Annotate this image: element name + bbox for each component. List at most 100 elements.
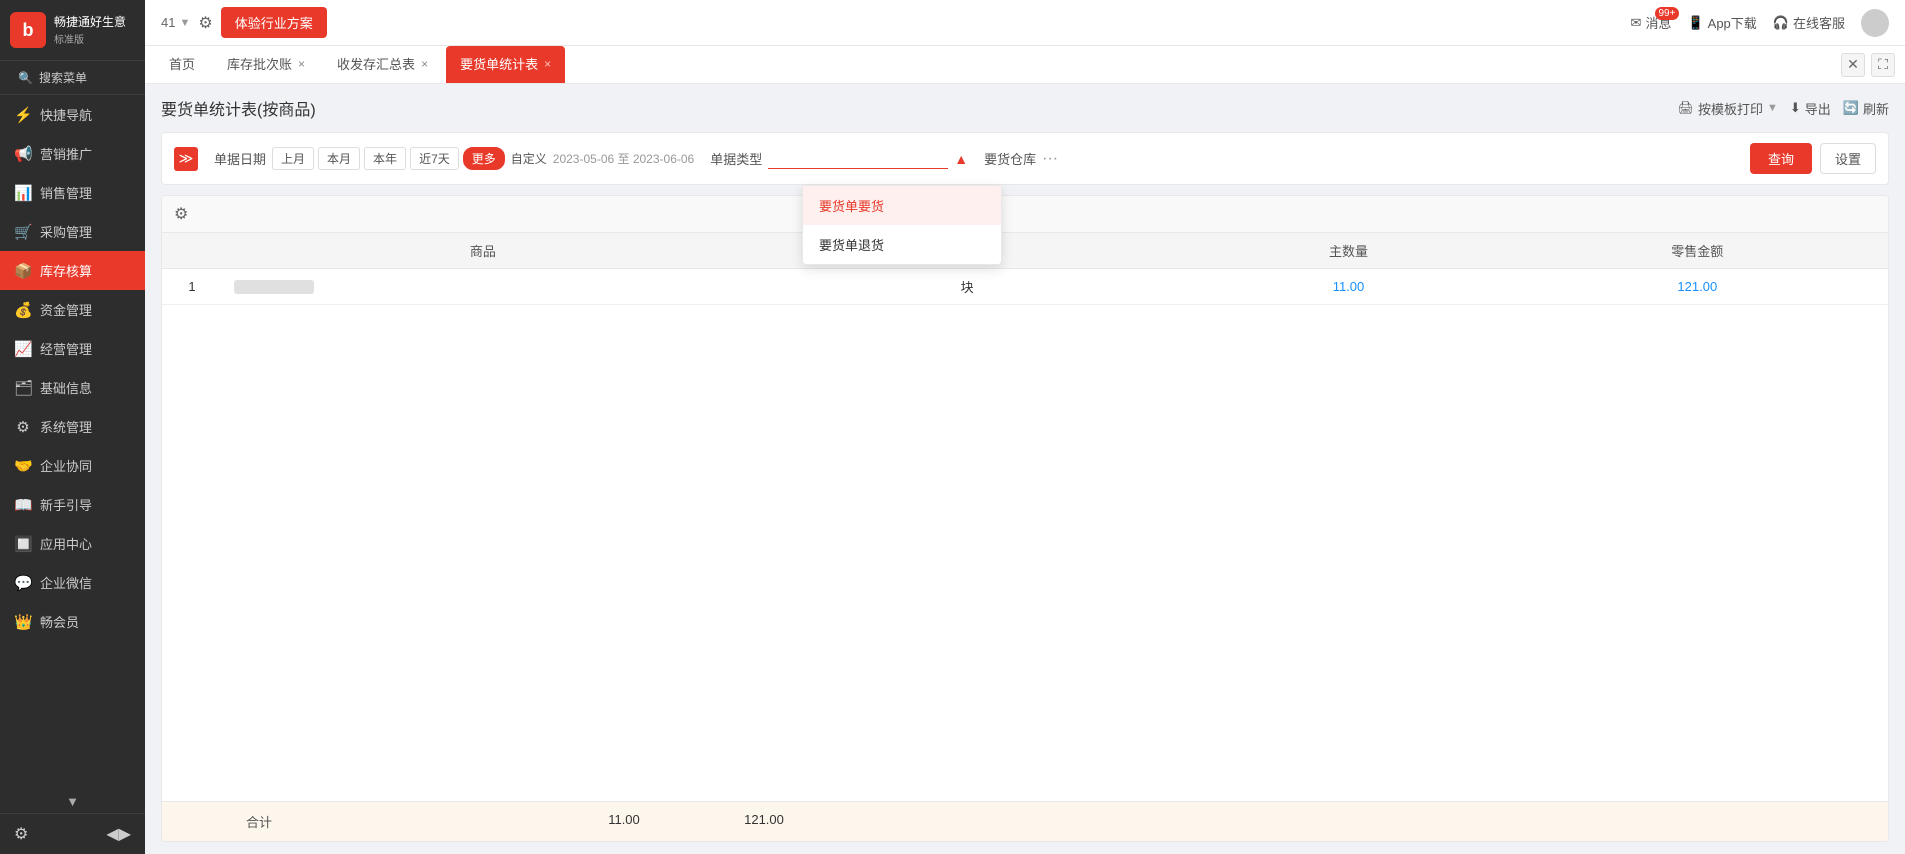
sidebar-item-sales[interactable]: 📊 销售管理 <box>0 173 145 212</box>
type-input[interactable] <box>768 149 948 169</box>
phone-icon: 📱 <box>1687 15 1703 31</box>
tab-home[interactable]: 首页 <box>155 46 209 83</box>
col-row-num <box>162 233 222 269</box>
export-button[interactable]: ⬇ 导出 <box>1790 99 1831 118</box>
sidebar-label-basic-info: 基础信息 <box>40 378 92 397</box>
topbar-gear-icon[interactable]: ⚙ <box>198 13 212 33</box>
footer-amount: 121.00 <box>694 812 834 831</box>
message-icon: ✉ <box>1631 15 1642 31</box>
warehouse-more-icon[interactable]: ··· <box>1042 150 1058 168</box>
filter-row: ≫ 单据日期 上月 本月 本年 近7天 更多 自定义 2023-05-06 至 … <box>174 143 1876 174</box>
tab-inventory-batch-label: 库存批次账 <box>227 54 292 73</box>
wechat-biz-icon: 💬 <box>14 574 32 592</box>
filter-expand-button[interactable]: ≫ <box>174 147 198 171</box>
refresh-btn-label: 刷新 <box>1863 99 1889 118</box>
tab-close-order-summary[interactable]: × <box>544 57 551 71</box>
last7days-btn[interactable]: 近7天 <box>410 147 459 170</box>
custom-date-btn[interactable]: 自定义 <box>511 150 547 167</box>
tab-order-summary[interactable]: 要货单统计表 × <box>446 46 565 83</box>
app-center-icon: 🔲 <box>14 535 32 553</box>
sidebar-label-sales: 销售管理 <box>40 183 92 202</box>
sidebar-item-app-center[interactable]: 🔲 应用中心 <box>0 524 145 563</box>
app-logo-icon: b <box>10 12 46 48</box>
tab-inventory-batch[interactable]: 库存批次账 × <box>213 46 319 83</box>
results-table: 商品 主计量单位 主数量 零售金额 1 块 <box>162 233 1888 305</box>
tabs-bar: 首页 库存批次账 × 收发存汇总表 × 要货单统计表 × ✕ ⛶ <box>145 46 1905 84</box>
dropdown-item-order-return[interactable]: 要货单退货 <box>803 225 1001 264</box>
printer-icon: 🖨 <box>1677 100 1694 116</box>
sidebar-item-operations[interactable]: 📈 经营管理 <box>0 329 145 368</box>
sidebar: b 畅捷通好生意 标准版 🔍 搜索菜单 ⚡ 快捷导航 📢 营销推广 📊 销售管理… <box>0 0 145 854</box>
sidebar-bottom: ⚙ ◀▶ <box>0 813 145 854</box>
table-settings-icon[interactable]: ⚙ <box>174 204 188 224</box>
sidebar-item-guide[interactable]: 📖 新手引导 <box>0 485 145 524</box>
query-button[interactable]: 查询 <box>1750 143 1812 174</box>
sidebar-label-marketing: 营销推广 <box>40 144 92 163</box>
warehouse-filter-group: 要货仓库 ··· <box>984 149 1058 168</box>
this-month-btn[interactable]: 本月 <box>318 147 360 170</box>
user-avatar[interactable] <box>1861 9 1889 37</box>
sidebar-item-membership[interactable]: 👑 畅会员 <box>0 602 145 641</box>
amount-link[interactable]: 121.00 <box>1677 279 1717 294</box>
store-number: 41 <box>161 15 175 30</box>
store-selector[interactable]: 41 ▼ <box>161 15 190 30</box>
type-dropdown-icon[interactable]: ▲ <box>954 151 968 167</box>
tab-home-label: 首页 <box>169 54 195 73</box>
enterprise-icon: 🤝 <box>14 457 32 475</box>
sales-icon: 📊 <box>14 184 32 202</box>
settings-button[interactable]: 设置 <box>1820 143 1876 174</box>
refresh-button[interactable]: 🔄 刷新 <box>1843 99 1889 118</box>
sidebar-label-purchase: 采购管理 <box>40 222 92 241</box>
online-service-button[interactable]: 🎧 在线客服 <box>1773 13 1845 32</box>
sidebar-item-quick-nav[interactable]: ⚡ 快捷导航 <box>0 95 145 134</box>
tab-order-summary-label: 要货单统计表 <box>460 54 538 73</box>
sidebar-scroll-down[interactable]: ▼ <box>0 790 145 813</box>
sidebar-item-purchase[interactable]: 🛒 采购管理 <box>0 212 145 251</box>
header-row: 商品 主计量单位 主数量 零售金额 <box>162 233 1888 269</box>
operations-icon: 📈 <box>14 340 32 358</box>
date-range-text: 2023-05-06 至 2023-06-06 <box>553 150 694 167</box>
tab-close-recv-summary[interactable]: × <box>421 57 428 71</box>
filter-actions: 查询 设置 <box>1750 143 1876 174</box>
cell-quantity: 11.00 <box>1190 269 1506 305</box>
brand-sub: 标准版 <box>54 31 126 46</box>
app-download-button[interactable]: 📱 App下载 <box>1687 13 1756 32</box>
sidebar-item-finance[interactable]: 💰 资金管理 <box>0 290 145 329</box>
online-service-label: 在线客服 <box>1793 13 1845 32</box>
trial-button[interactable]: 体验行业方案 <box>221 7 327 38</box>
collapse-button[interactable]: ◀▶ <box>106 824 131 844</box>
app-download-label: App下载 <box>1708 13 1757 32</box>
sidebar-search[interactable]: 🔍 搜索菜单 <box>0 61 145 95</box>
quantity-link[interactable]: 11.00 <box>1333 279 1365 294</box>
sidebar-menu: ⚡ 快捷导航 📢 营销推广 📊 销售管理 🛒 采购管理 📦 库存核算 💰 资金管… <box>0 95 145 790</box>
more-dates-btn[interactable]: 更多 <box>463 147 505 170</box>
print-dropdown-icon[interactable]: ▼ <box>1767 102 1778 114</box>
topbar-left: 41 ▼ ⚙ 体验行业方案 <box>161 7 327 38</box>
expand-tab-button[interactable]: ⛶ <box>1871 53 1895 77</box>
tab-recv-summary[interactable]: 收发存汇总表 × <box>323 46 442 83</box>
sidebar-label-finance: 资金管理 <box>40 300 92 319</box>
sidebar-item-marketing[interactable]: 📢 营销推广 <box>0 134 145 173</box>
print-button[interactable]: 🖨 按模板打印 ▼ <box>1677 99 1777 118</box>
sidebar-item-wechat-biz[interactable]: 💬 企业微信 <box>0 563 145 602</box>
table-row: 1 块 11.00 121.00 <box>162 269 1888 305</box>
sidebar-item-inventory[interactable]: 📦 库存核算 <box>0 251 145 290</box>
dropdown-item-order-goods[interactable]: 要货单要货 <box>803 186 1001 225</box>
messages-button[interactable]: ✉ 消息 99+ <box>1631 13 1672 32</box>
settings-icon[interactable]: ⚙ <box>14 824 28 844</box>
sidebar-label-membership: 畅会员 <box>40 612 79 631</box>
cell-unit: 块 <box>744 269 1191 305</box>
prev-month-btn[interactable]: 上月 <box>272 147 314 170</box>
purchase-icon: 🛒 <box>14 223 32 241</box>
close-tab-button[interactable]: ✕ <box>1841 53 1865 77</box>
headset-icon: 🎧 <box>1773 15 1789 31</box>
page-header: 要货单统计表(按商品) 🖨 按模板打印 ▼ ⬇ 导出 🔄 刷新 <box>161 96 1889 120</box>
col-product: 商品 <box>222 233 744 269</box>
sidebar-item-basic-info[interactable]: 🗂 基础信息 <box>0 368 145 407</box>
sidebar-item-enterprise[interactable]: 🤝 企业协同 <box>0 446 145 485</box>
topbar: 41 ▼ ⚙ 体验行业方案 ✉ 消息 99+ 📱 App下载 🎧 在线客服 <box>145 0 1905 46</box>
sidebar-item-system[interactable]: ⚙ 系统管理 <box>0 407 145 446</box>
tab-close-inventory-batch[interactable]: × <box>298 57 305 71</box>
page-title-text: 要货单统计表(按商品) <box>161 96 316 120</box>
this-year-btn[interactable]: 本年 <box>364 147 406 170</box>
